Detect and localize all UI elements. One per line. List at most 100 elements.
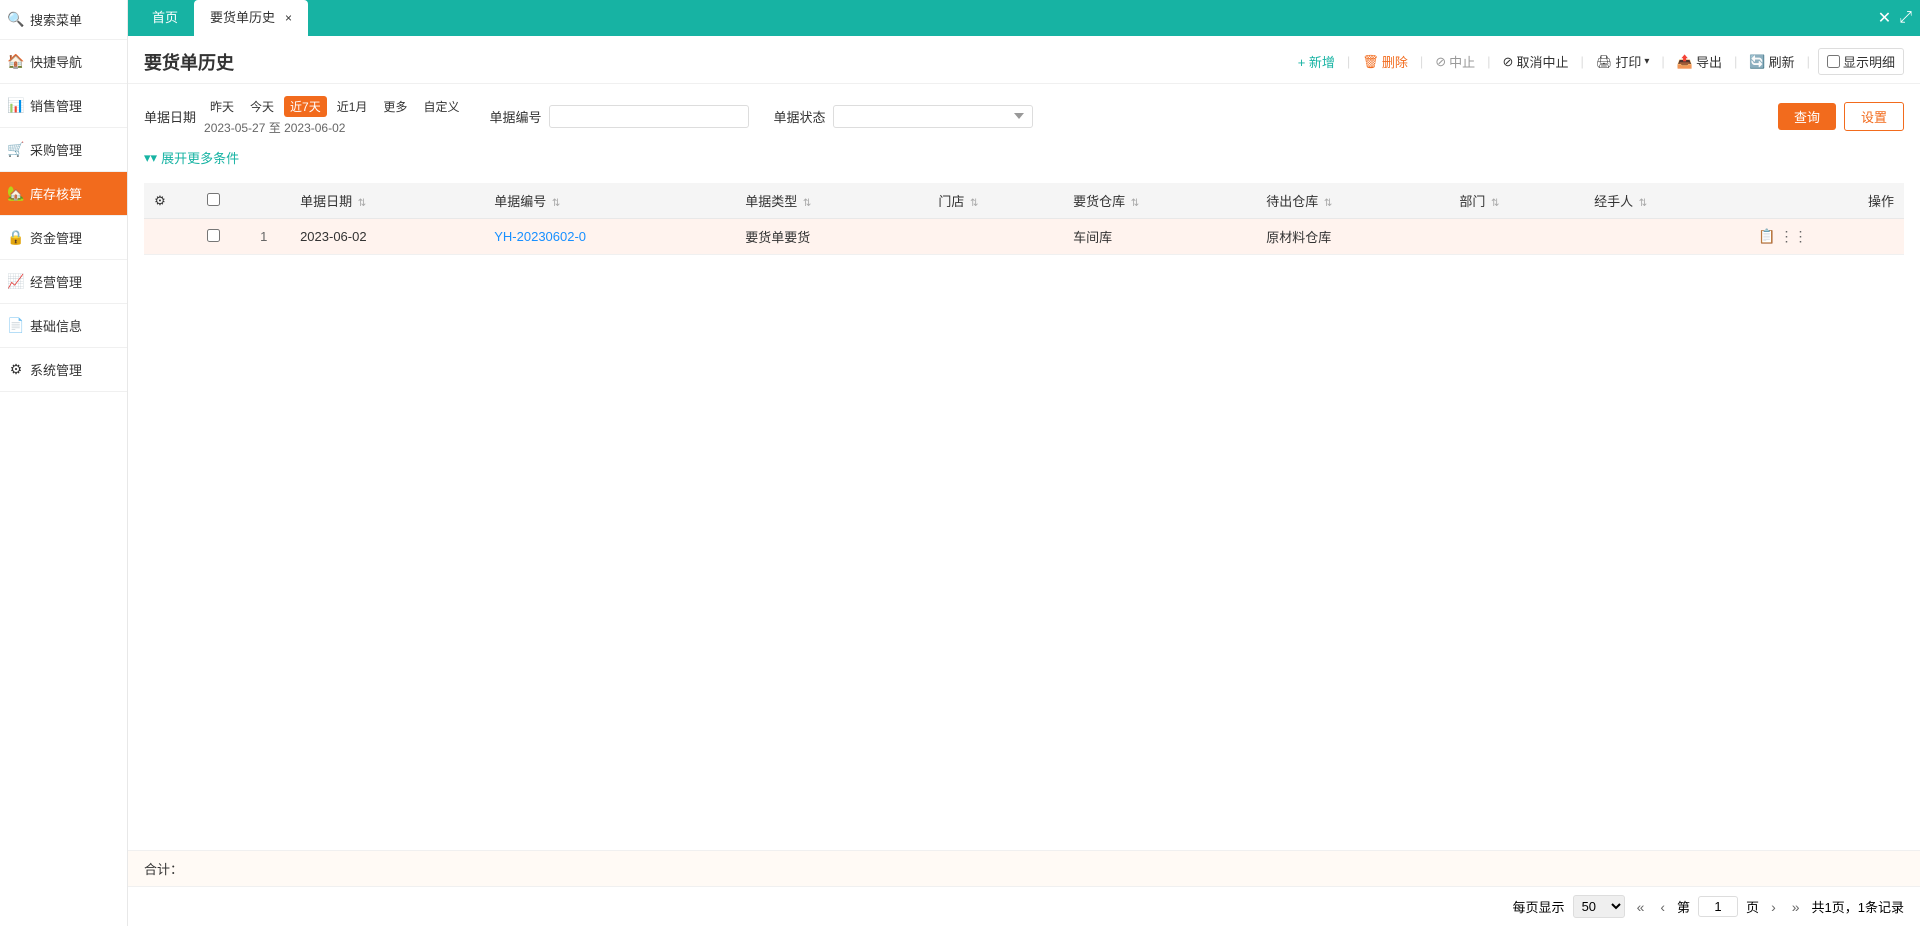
- sidebar-item-purchase[interactable]: 🛒 采购管理: [0, 128, 127, 172]
- sidebar-search[interactable]: 🔍 搜索菜单: [0, 0, 127, 40]
- per-page-label: 每页显示: [1513, 897, 1565, 916]
- table-settings-header[interactable]: ⚙: [144, 183, 176, 219]
- sidebar-item-label: 系统管理: [30, 360, 82, 379]
- toolbar-sep3: |: [1487, 54, 1490, 69]
- print-button[interactable]: 🖨 打印 ▾: [1592, 50, 1654, 73]
- row-num-cell: 1: [250, 219, 290, 255]
- resize-window-icon[interactable]: ⤢: [1899, 9, 1912, 27]
- action-icons: 📋 ⋮⋮: [1758, 228, 1894, 245]
- doc-link[interactable]: YH-20230602-0: [494, 229, 586, 244]
- status-select[interactable]: [833, 105, 1033, 128]
- first-page-btn[interactable]: «: [1633, 897, 1649, 917]
- row-checkbox[interactable]: [207, 229, 220, 242]
- status-filter-group: 单据状态: [773, 105, 1033, 128]
- inventory-icon: 🏡: [8, 186, 24, 202]
- sidebar-item-system[interactable]: ⚙ 系统管理: [0, 348, 127, 392]
- last-page-btn[interactable]: »: [1788, 897, 1804, 917]
- expand-row: ▾▾ 展开更多条件: [144, 144, 1904, 171]
- new-button[interactable]: + 新增: [1294, 50, 1339, 73]
- table-docdate-header[interactable]: 单据日期 ⇅: [290, 183, 484, 219]
- per-page-select[interactable]: 20 50 100: [1573, 895, 1625, 918]
- select-all-checkbox[interactable]: [207, 193, 220, 206]
- stop-icon: ⊘: [1435, 54, 1446, 70]
- main-content: 首页 要货单历史 × ✕ ⤢ 要货单历史 + 新增 | 🗑 删除 |: [128, 0, 1920, 926]
- purchase-icon: 🛒: [8, 142, 24, 158]
- query-button[interactable]: 查询: [1778, 103, 1836, 130]
- toolbar-sep7: |: [1807, 54, 1810, 69]
- row-reqwarehouse-cell: 车间库: [1063, 219, 1256, 255]
- date-btn-7days[interactable]: 近7天: [284, 96, 327, 117]
- table-store-label: 门店: [938, 194, 964, 209]
- page-label: 第: [1677, 897, 1690, 916]
- display-cell-label: 显示明细: [1843, 52, 1895, 71]
- export-button[interactable]: 📤 导出: [1673, 50, 1726, 73]
- view-action-icon[interactable]: 📋: [1758, 228, 1775, 245]
- table-docnum-header[interactable]: 单据编号 ⇅: [484, 183, 735, 219]
- delete-icon: 🗑: [1362, 54, 1379, 70]
- date-filter-label: 单据日期: [144, 107, 196, 126]
- cancel-stop-icon: ⊘: [1503, 54, 1514, 70]
- date-btn-1month[interactable]: 近1月: [331, 96, 374, 117]
- sidebar-item-label: 资金管理: [30, 228, 82, 247]
- status-label: 单据状态: [773, 107, 825, 126]
- close-window-icon[interactable]: ✕: [1878, 8, 1891, 28]
- sidebar: 🔍 搜索菜单 🏠 快捷导航 📊 销售管理 🛒 采购管理 🏡 库存核算 🔒 资金管…: [0, 0, 128, 926]
- next-page-btn[interactable]: ›: [1767, 897, 1780, 917]
- table-handler-label: 经手人: [1594, 194, 1633, 209]
- table-store-header[interactable]: 门店 ⇅: [928, 183, 1063, 219]
- tab-home[interactable]: 首页: [136, 0, 194, 36]
- row-settings-cell: [144, 219, 176, 255]
- sidebar-item-operations[interactable]: 📈 经营管理: [0, 260, 127, 304]
- sidebar-item-inventory[interactable]: 🏡 库存核算: [0, 172, 127, 216]
- row-docnum-cell[interactable]: YH-20230602-0: [484, 219, 735, 255]
- refresh-label: 刷新: [1769, 52, 1795, 71]
- table-header-row: ⚙ 单据日期 ⇅ 单据编号 ⇅: [144, 183, 1904, 219]
- tab-requisition-history[interactable]: 要货单历史 ×: [194, 0, 308, 36]
- prev-page-btn[interactable]: ‹: [1656, 897, 1669, 917]
- sidebar-item-sales[interactable]: 📊 销售管理: [0, 84, 127, 128]
- more-action-icon[interactable]: ⋮⋮: [1779, 228, 1807, 245]
- table-docnum-label: 单据编号: [494, 194, 546, 209]
- new-button-label: + 新增: [1298, 52, 1335, 71]
- system-icon: ⚙: [8, 362, 24, 378]
- table-rownum-header: [250, 183, 290, 219]
- table-handler-header[interactable]: 经手人 ⇅: [1584, 183, 1748, 219]
- display-cell-button[interactable]: 显示明细: [1818, 48, 1904, 75]
- sidebar-item-finance[interactable]: 🔒 资金管理: [0, 216, 127, 260]
- date-btn-custom[interactable]: 自定义: [417, 96, 465, 117]
- cancel-stop-label: 取消中止: [1516, 52, 1568, 71]
- page-input[interactable]: [1698, 896, 1738, 917]
- date-btn-yesterday[interactable]: 昨天: [204, 96, 240, 117]
- refresh-button[interactable]: 🔄 刷新: [1745, 50, 1798, 73]
- cancel-stop-button[interactable]: ⊘ 取消中止: [1499, 50, 1573, 73]
- table-pendingwarehouse-header[interactable]: 待出仓库 ⇅: [1256, 183, 1449, 219]
- date-btn-more[interactable]: 更多: [377, 96, 413, 117]
- tab-close-icon[interactable]: ×: [285, 0, 292, 36]
- sidebar-item-basic[interactable]: 📄 基础信息: [0, 304, 127, 348]
- tab-bar-right: ✕ ⤢: [1878, 8, 1912, 28]
- page-title: 要货单历史: [144, 49, 234, 75]
- delete-button[interactable]: 🗑 删除: [1358, 50, 1412, 73]
- table-doctype-header[interactable]: 单据类型 ⇅: [735, 183, 928, 219]
- page-header: 要货单历史 + 新增 | 🗑 删除 | ⊘ 中止 | ⊘ 取消中止: [128, 36, 1920, 84]
- sort-icon: ⇅: [552, 198, 560, 209]
- date-btn-today[interactable]: 今天: [244, 96, 280, 117]
- finance-icon: 🔒: [8, 230, 24, 246]
- display-cell-checkbox[interactable]: [1827, 55, 1840, 68]
- sidebar-item-quick-nav[interactable]: 🏠 快捷导航: [0, 40, 127, 84]
- date-buttons: 昨天 今天 近7天 近1月 更多 自定义: [204, 96, 465, 117]
- sidebar-item-label: 库存核算: [30, 184, 82, 203]
- settings-button[interactable]: 设置: [1844, 102, 1904, 131]
- sidebar-item-label: 快捷导航: [30, 52, 82, 71]
- table-dept-header[interactable]: 部门 ⇅: [1449, 183, 1584, 219]
- stop-button[interactable]: ⊘ 中止: [1431, 50, 1479, 73]
- data-table: ⚙ 单据日期 ⇅ 单据编号 ⇅: [144, 183, 1904, 255]
- expand-icon: ▾▾: [144, 150, 157, 166]
- date-range-display: 2023-05-27 至 2023-06-02: [204, 119, 465, 136]
- expand-button[interactable]: ▾▾ 展开更多条件: [144, 148, 1904, 167]
- table-reqwarehouse-header[interactable]: 要货仓库 ⇅: [1063, 183, 1256, 219]
- sidebar-item-label: 基础信息: [30, 316, 82, 335]
- print-icon: 🖨: [1596, 54, 1613, 70]
- doc-num-input[interactable]: [549, 105, 749, 128]
- filter-area: 单据日期 昨天 今天 近7天 近1月 更多 自定义 2023-05-27 至 2…: [128, 84, 1920, 183]
